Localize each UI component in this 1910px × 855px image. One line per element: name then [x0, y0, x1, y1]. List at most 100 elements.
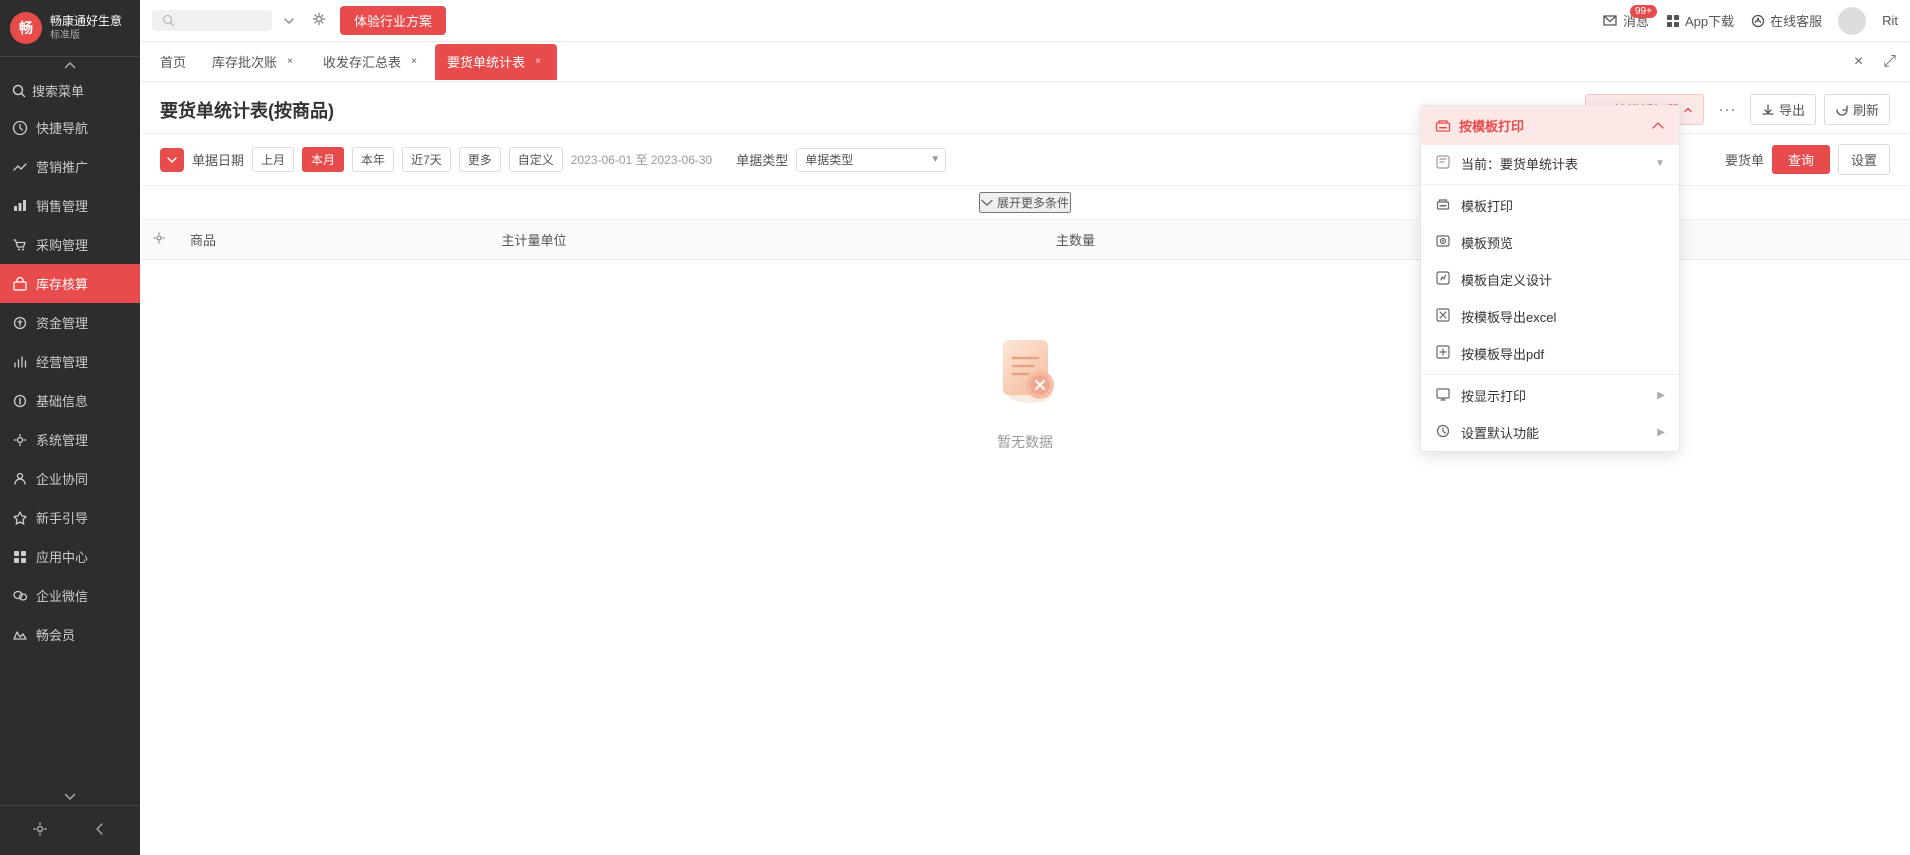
template-custom-label: 模板自定义设计 [1461, 270, 1665, 289]
tab-home[interactable]: 首页 [148, 44, 198, 80]
topbar: 体验行业方案 消息 99+ App下载 在线客服 Rit [140, 0, 1910, 42]
sidebar-item-purchase[interactable]: 采购管理 [0, 225, 140, 264]
more-options-btn[interactable]: ··· [1712, 97, 1742, 122]
sidebar-item-label: 畅会员 [36, 625, 75, 644]
display-print-label: 按显示打印 [1461, 386, 1647, 405]
dropdown-divider-2 [1421, 374, 1679, 375]
template-preview-item[interactable]: 模板预览 [1421, 224, 1679, 261]
sidebar-item-label: 快捷导航 [36, 118, 88, 137]
refresh-btn[interactable]: 刷新 [1824, 94, 1890, 125]
sidebar-item-marketing[interactable]: 营销推广 [0, 147, 140, 186]
sidebar-item-label: 营销推广 [36, 157, 88, 176]
col-unit: 主计量单位 [490, 220, 1044, 260]
default-func-label: 设置默认功能 [1461, 423, 1647, 442]
print-icon [1435, 197, 1451, 214]
tab-requisition-stats[interactable]: 要货单统计表 × [435, 44, 557, 80]
sidebar-collapse-btn[interactable] [87, 816, 113, 845]
tabs-controls: × ⤢ [1848, 51, 1902, 73]
sidebar-item-wechat[interactable]: 企业微信 [0, 576, 140, 615]
user-avatar [1838, 7, 1866, 35]
date-btn-current-month[interactable]: 本月 [302, 147, 344, 172]
username-label: Rit [1882, 13, 1898, 28]
sidebar-search-item[interactable]: 搜索菜单 [0, 73, 140, 108]
filter-expand-btn[interactable] [160, 148, 184, 172]
sidebar-item-label: 经营管理 [36, 352, 88, 371]
dropdown-divider-1 [1421, 184, 1679, 185]
current-template-icon [1435, 155, 1451, 172]
default-func-item[interactable]: 设置默认功能 ▶ [1421, 414, 1679, 451]
date-btn-custom[interactable]: 自定义 [509, 147, 563, 172]
print-dropdown-menu: 按模板打印 当前：要货单统计表 ▼ 模板打印 模板预览 模板自定义设计 [1420, 105, 1680, 452]
display-print-item[interactable]: 按显示打印 ▶ [1421, 377, 1679, 414]
topbar-search[interactable] [152, 10, 272, 31]
current-template-label: 当前：要货单统计表 [1461, 154, 1645, 173]
col-product: 商品 [178, 220, 490, 260]
template-export-excel-item[interactable]: 按模板导出excel [1421, 298, 1679, 335]
template-export-pdf-item[interactable]: 按模板导出pdf [1421, 335, 1679, 372]
page-title: 要货单统计表(按商品) [160, 97, 334, 123]
settings-btn[interactable]: 设置 [1838, 144, 1890, 175]
tab-batch-account[interactable]: 库存批次账 × [200, 44, 309, 80]
message-btn[interactable]: 消息 99+ [1601, 11, 1649, 30]
app-download-btn[interactable]: App下载 [1665, 11, 1734, 30]
tab-receipt-summary[interactable]: 收发存汇总表 × [311, 44, 433, 80]
sidebar-item-member[interactable]: 畅会员 [0, 615, 140, 654]
query-btn[interactable]: 查询 [1772, 145, 1830, 174]
sidebar-item-operation[interactable]: 经营管理 [0, 342, 140, 381]
topbar-dropdown-arrow[interactable] [280, 12, 298, 30]
sidebar-item-inventory[interactable]: 库存核算 [0, 264, 140, 303]
display-print-icon [1435, 387, 1451, 404]
template-export-pdf-label: 按模板导出pdf [1461, 344, 1665, 363]
template-custom-item[interactable]: 模板自定义设计 [1421, 261, 1679, 298]
sidebar-item-label: 资金管理 [36, 313, 88, 332]
topbar-gear-btn[interactable] [306, 6, 332, 35]
online-service-btn[interactable]: 在线客服 [1750, 11, 1822, 30]
dropdown-header-title: 按模板打印 [1435, 116, 1524, 135]
dropdown-collapse-icon[interactable] [1651, 119, 1665, 133]
date-btn-prev-month[interactable]: 上月 [252, 147, 294, 172]
tab-expand-btn[interactable]: ⤢ [1877, 51, 1902, 73]
current-template-item[interactable]: 当前：要货单统计表 ▼ [1421, 145, 1679, 182]
preview-icon [1435, 234, 1451, 251]
sidebar-item-basic[interactable]: 基础信息 [0, 381, 140, 420]
template-print-item[interactable]: 模板打印 [1421, 187, 1679, 224]
tabs-bar: 首页 库存批次账 × 收发存汇总表 × 要货单统计表 × × ⤢ [140, 42, 1910, 82]
export-btn[interactable]: 导出 [1750, 94, 1816, 125]
sidebar-item-sales[interactable]: 销售管理 [0, 186, 140, 225]
sidebar-scroll-down[interactable] [0, 789, 140, 805]
date-btn-more[interactable]: 更多 [459, 147, 501, 172]
tab-close-batch-account[interactable]: × [283, 55, 297, 69]
date-btn-7days[interactable]: 近7天 [402, 147, 451, 172]
message-badge: 99+ [1630, 5, 1657, 18]
sidebar-bottom [0, 805, 140, 855]
sidebar-nav: 快捷导航 营销推广 销售管理 采购管理 库存核算 资金管理 经营管理 基础信息 [0, 108, 140, 789]
print-dropdown-arrow-up [1683, 105, 1693, 115]
default-func-arrow: ▶ [1657, 427, 1665, 438]
sidebar-item-app-center[interactable]: 应用中心 [0, 537, 140, 576]
sidebar-item-quick-nav[interactable]: 快捷导航 [0, 108, 140, 147]
sidebar-item-finance[interactable]: 资金管理 [0, 303, 140, 342]
logo-icon: 畅 [10, 12, 42, 44]
template-preview-label: 模板预览 [1461, 233, 1665, 252]
template-export-excel-label: 按模板导出excel [1461, 307, 1665, 326]
sidebar-item-guide[interactable]: 新手引导 [0, 498, 140, 537]
expand-more-btn[interactable]: 展开更多条件 [979, 192, 1071, 213]
tab-close-receipt-summary[interactable]: × [407, 55, 421, 69]
template-print-label: 模板打印 [1461, 196, 1665, 215]
date-btn-current-year[interactable]: 本年 [352, 147, 394, 172]
trial-btn[interactable]: 体验行业方案 [340, 6, 446, 35]
col-quantity: 主数量 [1044, 220, 1437, 260]
app-logo: 畅 畅康通好生意 标准版 [0, 0, 140, 57]
sidebar-item-system[interactable]: 系统管理 [0, 420, 140, 459]
sidebar-item-label: 基础信息 [36, 391, 88, 410]
tab-close-requisition-stats[interactable]: × [531, 55, 545, 69]
order-type-select[interactable]: 单据类型 [796, 148, 946, 172]
sidebar-settings-btn[interactable] [27, 816, 53, 845]
date-filter-label: 单据日期 [192, 150, 244, 169]
excel-icon [1435, 308, 1451, 325]
sidebar-scroll-up[interactable] [0, 57, 140, 73]
col-settings[interactable] [140, 220, 178, 260]
pdf-icon [1435, 345, 1451, 362]
tab-close-all-btn[interactable]: × [1848, 51, 1869, 73]
sidebar-item-enterprise[interactable]: 企业协同 [0, 459, 140, 498]
